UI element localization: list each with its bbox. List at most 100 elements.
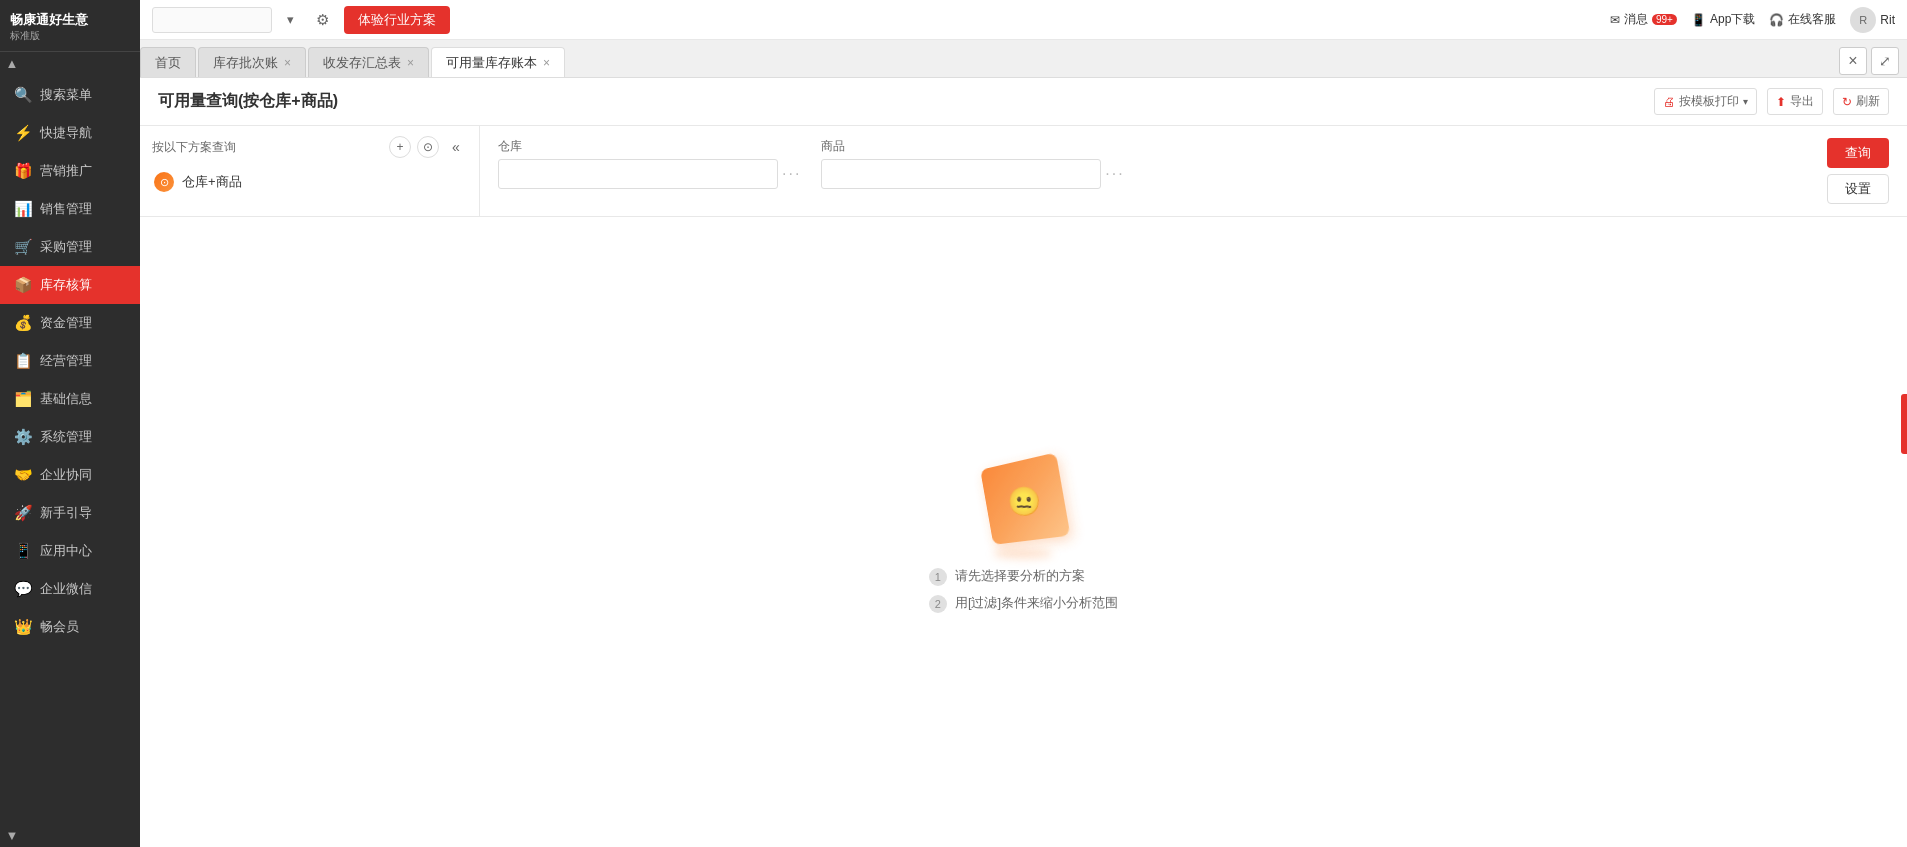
scheme-icon: ⊙ [154, 172, 174, 192]
warehouse-label: 仓库 [498, 138, 801, 155]
basic-icon: 🗂️ [14, 390, 32, 408]
add-scheme-button[interactable]: + [389, 136, 411, 158]
sidebar-item-inventory[interactable]: 📦 库存核算 [0, 266, 140, 304]
app-download-button[interactable]: 📱 App下载 [1691, 11, 1755, 28]
goods-input-wrap: ··· [821, 159, 1124, 189]
export-icon: ⬆ [1776, 95, 1786, 109]
settings-button[interactable]: 设置 [1827, 174, 1889, 204]
appcenter-icon: 📱 [14, 542, 32, 560]
sidebar-item-basic[interactable]: 🗂️ 基础信息 [0, 380, 140, 418]
tab-close-icon[interactable]: × [407, 57, 414, 69]
warehouse-more-icon[interactable]: ··· [782, 165, 801, 183]
sidebar-item-label: 企业协同 [40, 466, 92, 484]
search-icon: 🔍 [14, 86, 32, 104]
sales-icon: 📊 [14, 200, 32, 218]
sidebar-item-label: 搜索菜单 [40, 86, 92, 104]
newbie-icon: 🚀 [14, 504, 32, 522]
scroll-down-btn[interactable]: ▼ [0, 823, 24, 847]
tab-label: 收发存汇总表 [323, 54, 401, 72]
tab-available[interactable]: 可用量库存账本 × [431, 47, 565, 77]
sidebar-item-wechat[interactable]: 💬 企业微信 [0, 570, 140, 608]
sidebar-item-quick[interactable]: ⚡ 快捷导航 [0, 114, 140, 152]
filter-header: 按以下方案查询 + ⊙ « [140, 136, 479, 166]
filter-left-actions: + ⊙ « [389, 136, 467, 158]
sidebar-item-label: 采购管理 [40, 238, 92, 256]
headset-icon: 🎧 [1769, 13, 1784, 27]
print-button[interactable]: 🖨 按模板打印 ▾ [1654, 88, 1757, 115]
phone-icon: 📱 [1691, 13, 1706, 27]
sidebar-item-label: 经营管理 [40, 352, 92, 370]
tab-batch[interactable]: 库存批次账 × [198, 47, 306, 77]
quick-icon: ⚡ [14, 124, 32, 142]
sidebar: 畅康通好生意 标准版 ▲ 🔍 搜索菜单 ⚡ 快捷导航 🎁 营销推广 📊 销售管理… [0, 0, 140, 847]
search-input[interactable] [152, 7, 272, 33]
scheme-label: 仓库+商品 [182, 173, 242, 191]
sidebar-item-coop[interactable]: 🤝 企业协同 [0, 456, 140, 494]
gear-icon[interactable]: ⚙ [308, 6, 336, 34]
sidebar-item-newbie[interactable]: 🚀 新手引导 [0, 494, 140, 532]
sidebar-item-operations[interactable]: 📋 经营管理 [0, 342, 140, 380]
coop-icon: 🤝 [14, 466, 32, 484]
export-button[interactable]: ⬆ 导出 [1767, 88, 1823, 115]
goods-input[interactable] [821, 159, 1101, 189]
purchase-icon: 🛒 [14, 238, 32, 256]
expand-button[interactable]: ⤢ [1871, 47, 1899, 75]
dropdown-icon[interactable]: ▾ [280, 7, 300, 33]
sidebar-item-label: 库存核算 [40, 276, 92, 294]
sidebar-item-appcenter[interactable]: 📱 应用中心 [0, 532, 140, 570]
close-all-tabs-button[interactable]: × [1839, 47, 1867, 75]
tab-label: 库存批次账 [213, 54, 278, 72]
query-button[interactable]: 查询 [1827, 138, 1889, 168]
export-label: 导出 [1790, 93, 1814, 110]
tip-text-1: 请先选择要分析的方案 [955, 567, 1085, 585]
goods-more-icon[interactable]: ··· [1105, 165, 1124, 183]
collapse-panel-button[interactable]: « [445, 136, 467, 158]
page-header: 可用量查询(按仓库+商品) 🖨 按模板打印 ▾ ⬆ 导出 ↻ 刷新 [140, 78, 1907, 126]
empty-box: 😐 [981, 452, 1071, 544]
tabbar-actions: × ⤢ [1839, 47, 1907, 77]
finance-icon: 💰 [14, 314, 32, 332]
manage-scheme-button[interactable]: ⊙ [417, 136, 439, 158]
chevron-down-icon[interactable]: ▾ [1743, 96, 1748, 107]
content-area: 😐 1 请先选择要分析的方案 2 用[过滤]条件来缩小分析范围 [140, 217, 1907, 847]
refresh-icon: ↻ [1842, 95, 1852, 109]
tab-close-icon[interactable]: × [543, 57, 550, 69]
sidebar-item-search[interactable]: 🔍 搜索菜单 [0, 76, 140, 114]
sidebar-item-label: 销售管理 [40, 200, 92, 218]
sidebar-item-label: 基础信息 [40, 390, 92, 408]
trial-button[interactable]: 体验行业方案 [344, 6, 450, 34]
app-edition: 标准版 [10, 29, 130, 43]
sidebar-item-label: 畅会员 [40, 618, 79, 636]
empty-illustration: 😐 [973, 451, 1073, 551]
right-edge-indicator [1901, 394, 1907, 454]
tab-collect[interactable]: 收发存汇总表 × [308, 47, 429, 77]
service-button[interactable]: 🎧 在线客服 [1769, 11, 1836, 28]
tab-home[interactable]: 首页 [140, 47, 196, 77]
tip-text-2: 用[过滤]条件来缩小分析范围 [955, 594, 1118, 612]
tab-label: 首页 [155, 54, 181, 72]
tip-number-1: 1 [929, 568, 947, 586]
empty-state: 😐 1 请先选择要分析的方案 2 用[过滤]条件来缩小分析范围 [929, 451, 1118, 613]
empty-tip-1: 1 请先选择要分析的方案 [929, 567, 1118, 586]
scheme-item-warehouse-goods[interactable]: ⊙ 仓库+商品 [140, 166, 479, 198]
warehouse-input[interactable] [498, 159, 778, 189]
sidebar-item-system[interactable]: ⚙️ 系统管理 [0, 418, 140, 456]
sidebar-item-label: 快捷导航 [40, 124, 92, 142]
tab-close-icon[interactable]: × [284, 57, 291, 69]
sidebar-menu: 🔍 搜索菜单 ⚡ 快捷导航 🎁 营销推广 📊 销售管理 🛒 采购管理 📦 库存核… [0, 76, 140, 823]
user-button[interactable]: R Rit [1850, 7, 1895, 33]
message-button[interactable]: ✉ 消息 99+ [1610, 11, 1677, 28]
app-name: 畅康通好生意 [10, 12, 130, 29]
sidebar-item-label: 营销推广 [40, 162, 92, 180]
sidebar-header: 畅康通好生意 标准版 [0, 0, 140, 52]
sidebar-item-member[interactable]: 👑 畅会员 [0, 608, 140, 646]
page-title: 可用量查询(按仓库+商品) [158, 91, 338, 112]
warehouse-field: 仓库 ··· [498, 138, 801, 189]
sidebar-item-purchase[interactable]: 🛒 采购管理 [0, 228, 140, 266]
sidebar-item-marketing[interactable]: 🎁 营销推广 [0, 152, 140, 190]
sidebar-item-finance[interactable]: 💰 资金管理 [0, 304, 140, 342]
scroll-up-btn[interactable]: ▲ [0, 52, 24, 76]
empty-tips: 1 请先选择要分析的方案 2 用[过滤]条件来缩小分析范围 [929, 567, 1118, 613]
sidebar-item-sales[interactable]: 📊 销售管理 [0, 190, 140, 228]
refresh-button[interactable]: ↻ 刷新 [1833, 88, 1889, 115]
